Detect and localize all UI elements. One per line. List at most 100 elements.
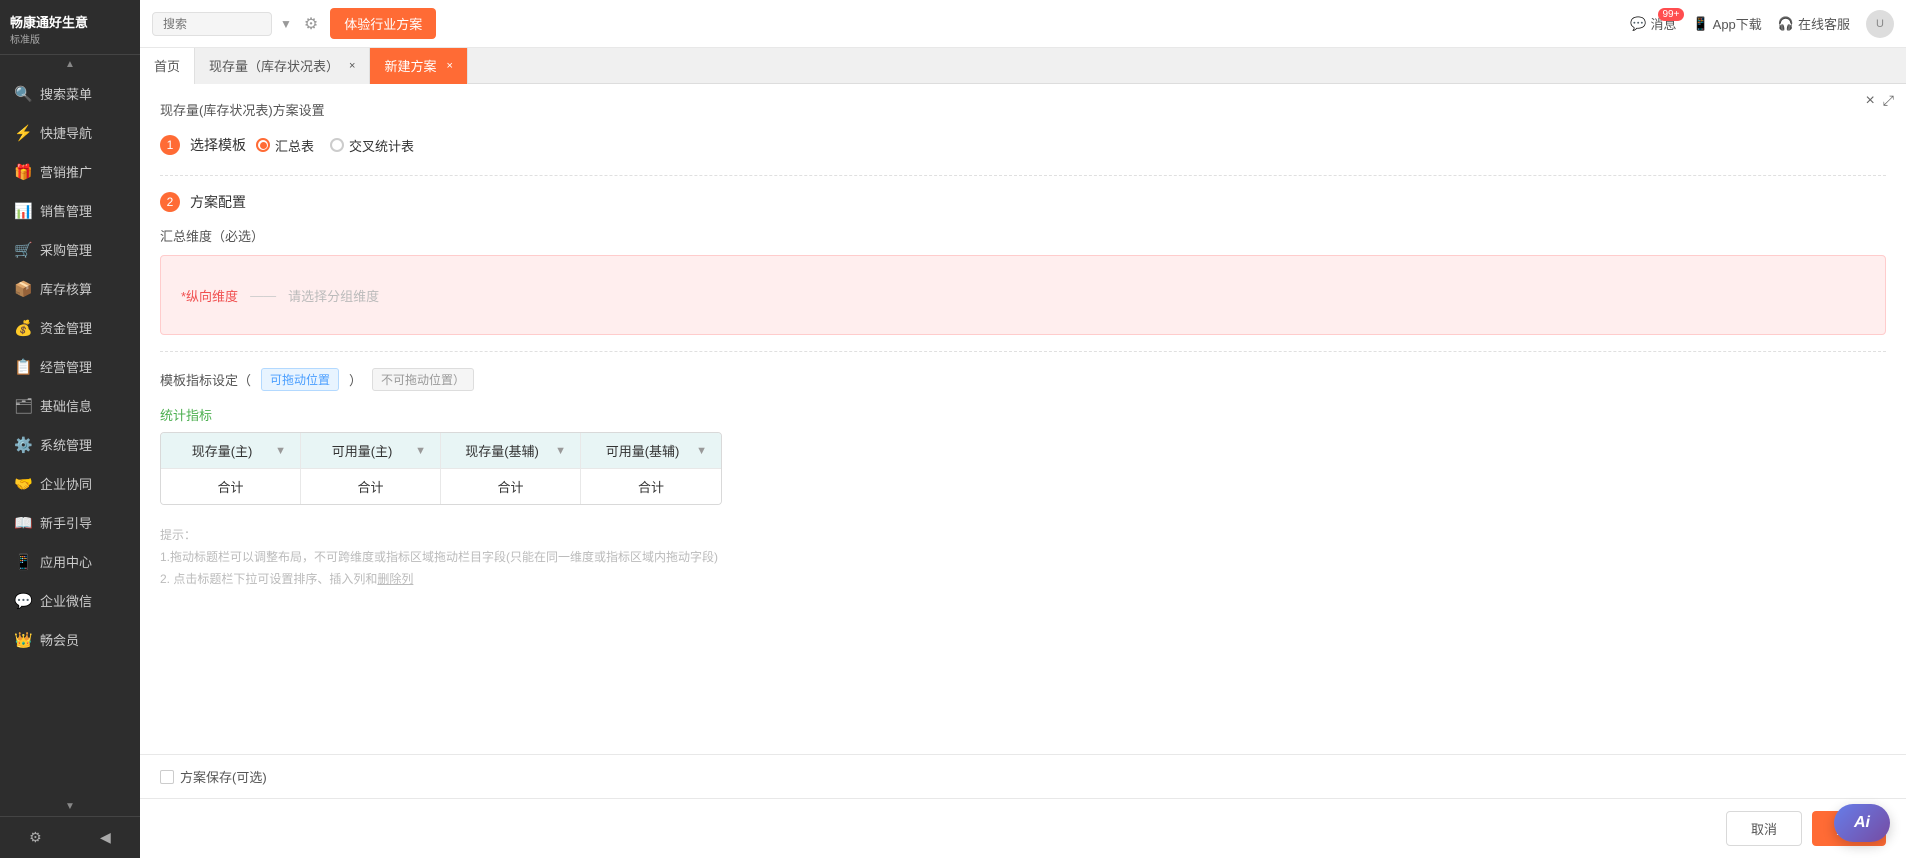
sidebar-label-guide: 新手引导: [40, 513, 92, 532]
section-1: 1 选择模板 汇总表 交叉统计表: [160, 135, 1886, 155]
msg-icon: 💬: [1630, 16, 1646, 32]
topbar-app[interactable]: 📱 App下载: [1692, 14, 1761, 33]
data-label-0: 合计: [175, 477, 286, 496]
tab-home-label: 首页: [154, 56, 180, 75]
topbar-dropdown-icon[interactable]: ▼: [280, 17, 292, 31]
header-label-1: 可用量(主): [315, 441, 409, 460]
dimension-dash: ——: [250, 288, 276, 303]
save-option[interactable]: 方案保存(可选): [160, 767, 1886, 786]
section-2-title: 方案配置: [190, 192, 246, 212]
radio-summary-label: 汇总表: [275, 136, 314, 155]
sidebar-icon-search: 🔍: [14, 85, 32, 103]
page-title: 现存量(库存状况表)方案设置: [160, 100, 1886, 119]
tabs-bar: 首页 现存量（库存状况表） × 新建方案 ×: [140, 48, 1906, 84]
tag-nodrag: 不可拖动位置）: [372, 368, 474, 391]
sidebar-icon-finance: 💰: [14, 319, 32, 337]
sidebar-label-system: 系统管理: [40, 435, 92, 454]
sidebar-label-apps: 应用中心: [40, 552, 92, 571]
section-1-num: 1: [160, 135, 180, 155]
panel-expand-icon[interactable]: ⤢: [1883, 92, 1894, 110]
sidebar-item-sales[interactable]: 📊 销售管理: [0, 191, 140, 230]
msg-badge: 99+: [1658, 8, 1685, 21]
topbar-avatar[interactable]: U: [1866, 10, 1894, 38]
header-chevron-3[interactable]: ▼: [696, 445, 707, 457]
sidebar-settings-btn[interactable]: ⚙: [21, 825, 50, 850]
tab-new-scheme-close[interactable]: ×: [446, 60, 452, 72]
brand-name: 畅康通好生意: [10, 12, 130, 31]
panel-close-icon[interactable]: ×: [1865, 92, 1874, 110]
stats-label: 统计指标: [160, 405, 1886, 424]
topbar: ▼ ⚙ 体验行业方案 💬 消息 99+ 📱 App下载 🎧 在线客服 U: [140, 0, 1906, 48]
tab-inventory[interactable]: 现存量（库存状况表） ×: [195, 48, 370, 84]
sidebar-item-management[interactable]: 📋 经营管理: [0, 347, 140, 386]
sidebar-label-basic: 基础信息: [40, 396, 92, 415]
app-label: App下载: [1713, 14, 1762, 33]
sidebar-scroll-down[interactable]: ▼: [0, 797, 140, 816]
tips-title: 提示：: [160, 528, 196, 542]
sidebar-item-wechat[interactable]: 💬 企业微信: [0, 581, 140, 620]
stats-header-cell-0[interactable]: 现存量(主) ▼: [161, 433, 301, 468]
tab-new-scheme[interactable]: 新建方案 ×: [370, 48, 467, 84]
sidebar-items: 🔍 搜索菜单 ⚡ 快捷导航 🎁 营销推广 📊 销售管理 🛒 采购管理 📦 库存核…: [0, 74, 140, 797]
sidebar-label-search: 搜索菜单: [40, 84, 92, 103]
tab-home[interactable]: 首页: [140, 48, 195, 84]
service-icon: 🎧: [1778, 16, 1794, 32]
topbar-gear-icon[interactable]: ⚙: [304, 14, 318, 34]
sidebar-item-search[interactable]: 🔍 搜索菜单: [0, 74, 140, 113]
header-chevron-0[interactable]: ▼: [275, 445, 286, 457]
sidebar-item-finance[interactable]: 💰 资金管理: [0, 308, 140, 347]
sidebar-item-inventory[interactable]: 📦 库存核算: [0, 269, 140, 308]
save-label: 方案保存(可选): [180, 767, 267, 786]
sidebar-item-guide[interactable]: 📖 新手引导: [0, 503, 140, 542]
radio-cross-label: 交叉统计表: [349, 136, 414, 155]
topbar-search-input[interactable]: [152, 12, 272, 36]
trial-industry-btn[interactable]: 体验行业方案: [330, 8, 436, 39]
sidebar-label-inventory: 库存核算: [40, 279, 92, 298]
radio-summary[interactable]: 汇总表: [256, 136, 314, 155]
topbar-msg[interactable]: 💬 消息 99+: [1630, 14, 1676, 33]
tips-section: 提示： 1.拖动标题栏可以调整布局，不可跨维度或指标区域拖动栏目字段(只能在同一…: [160, 524, 1886, 590]
save-checkbox[interactable]: [160, 770, 174, 784]
cancel-button[interactable]: 取消: [1726, 811, 1802, 846]
sidebar-item-system[interactable]: ⚙️ 系统管理: [0, 425, 140, 464]
tab-inventory-close[interactable]: ×: [349, 60, 355, 72]
bottom-bar: 方案保存(可选): [140, 754, 1906, 798]
sidebar-label-finance: 资金管理: [40, 318, 92, 337]
main-wrap: ▼ ⚙ 体验行业方案 💬 消息 99+ 📱 App下载 🎧 在线客服 U 首页: [140, 0, 1906, 858]
indicator-setting-label: 模板指标设定（: [160, 370, 251, 389]
data-label-3: 合计: [595, 477, 707, 496]
tab-new-scheme-label: 新建方案: [384, 56, 436, 75]
stats-header-cell-3[interactable]: 可用量(基辅) ▼: [581, 433, 721, 468]
stats-header-row: 现存量(主) ▼ 可用量(主) ▼ 现存量(基辅) ▼ 可用量(基辅): [161, 433, 721, 468]
sidebar-icon-apps: 📱: [14, 553, 32, 571]
stats-header-cell-2[interactable]: 现存量(基辅) ▼: [441, 433, 581, 468]
tips-item-2: 2. 点击标题栏下拉可设置排序、插入列和删除列: [160, 572, 413, 586]
stats-header-cell-1[interactable]: 可用量(主) ▼: [301, 433, 441, 468]
sidebar-item-vip[interactable]: 👑 畅会员: [0, 620, 140, 659]
ai-bubble[interactable]: Ai: [1834, 804, 1890, 842]
topbar-right: 💬 消息 99+ 📱 App下载 🎧 在线客服 U: [1630, 10, 1894, 38]
sidebar-item-nav[interactable]: ⚡ 快捷导航: [0, 113, 140, 152]
stats-data-row: 合计 合计 合计 合计: [161, 468, 721, 504]
sidebar-item-basic[interactable]: 🗂 基础信息: [0, 386, 140, 425]
vertical-dim-label: *纵向维度: [181, 286, 238, 305]
radio-cross[interactable]: 交叉统计表: [330, 136, 414, 155]
header-chevron-2[interactable]: ▼: [555, 445, 566, 457]
header-chevron-1[interactable]: ▼: [415, 445, 426, 457]
sidebar-item-apps[interactable]: 📱 应用中心: [0, 542, 140, 581]
sidebar-label-cooperation: 企业协同: [40, 474, 92, 493]
data-label-1: 合计: [315, 477, 426, 496]
dimension-area[interactable]: *纵向维度 —— 请选择分组维度: [160, 255, 1886, 335]
sidebar-item-cooperation[interactable]: 🤝 企业协同: [0, 464, 140, 503]
topbar-service[interactable]: 🎧 在线客服: [1778, 14, 1850, 33]
app-icon: 📱: [1692, 16, 1708, 32]
sidebar-item-marketing[interactable]: 🎁 营销推广: [0, 152, 140, 191]
sidebar-label-wechat: 企业微信: [40, 591, 92, 610]
sidebar-item-purchase[interactable]: 🛒 采购管理: [0, 230, 140, 269]
sidebar-collapse-btn[interactable]: ◀: [92, 825, 119, 850]
sidebar-scroll-up[interactable]: ▲: [0, 55, 140, 74]
stats-data-cell-3: 合计: [581, 469, 721, 504]
content-area: 现存量(库存状况表)方案设置 1 选择模板 汇总表 交叉统计表: [140, 84, 1906, 754]
divider-2: [160, 351, 1886, 352]
stats-data-cell-1: 合计: [301, 469, 441, 504]
